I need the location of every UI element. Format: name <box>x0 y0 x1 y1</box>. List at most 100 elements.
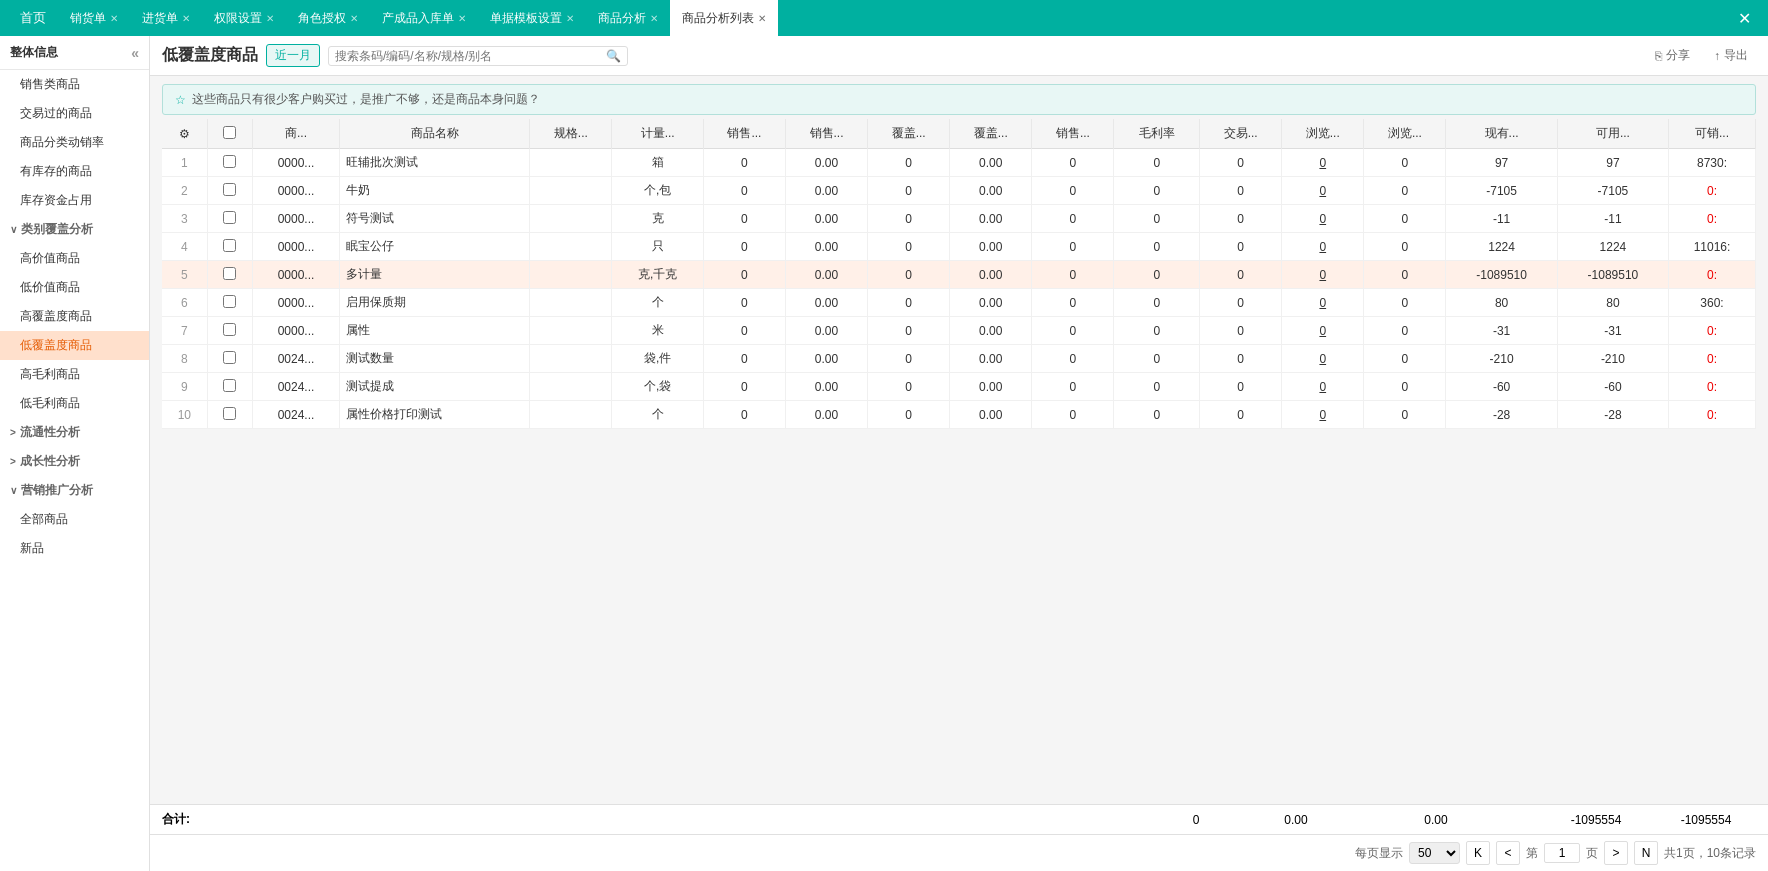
nav-product-entry[interactable]: 产成品入库单 ✕ <box>370 0 478 36</box>
row-name: 测试数量 <box>339 345 529 373</box>
sidebar-group-marketing[interactable]: ∨ 营销推广分析 <box>0 476 149 505</box>
row-browse1[interactable]: 0 <box>1282 345 1364 373</box>
sidebar-item-low-margin[interactable]: 低毛利商品 <box>0 389 149 418</box>
prev-page-button[interactable]: < <box>1496 841 1520 865</box>
sidebar-item-stocked-goods[interactable]: 有库存的商品 <box>0 157 149 186</box>
row-sales-qty: 0 <box>703 233 785 261</box>
row-checkbox-cell[interactable] <box>207 289 252 317</box>
row-checkbox[interactable] <box>223 155 236 168</box>
col-settings[interactable]: ⚙ <box>162 119 207 149</box>
sidebar-item-capital-occupy[interactable]: 库存资金占用 <box>0 186 149 215</box>
table-container[interactable]: ⚙ 商... 商品名称 规格... 计量... 销售... 销售... 覆盖..… <box>162 119 1756 804</box>
row-browse1[interactable]: 0 <box>1282 289 1364 317</box>
row-checkbox[interactable] <box>223 323 236 336</box>
total-pages-info: 共1页，10条记录 <box>1664 845 1756 862</box>
page-size-select[interactable]: 50 20 100 200 <box>1409 842 1460 864</box>
nav-close-permissions[interactable]: ✕ <box>266 13 274 24</box>
row-spec <box>530 345 612 373</box>
row-coverage2: 0.00 <box>950 149 1032 177</box>
row-checkbox[interactable] <box>223 351 236 364</box>
row-checkbox-cell[interactable] <box>207 373 252 401</box>
row-checkbox[interactable] <box>223 407 236 420</box>
row-checkbox-cell[interactable] <box>207 149 252 177</box>
nav-permissions[interactable]: 权限设置 ✕ <box>202 0 286 36</box>
sidebar-item-category-sales-rate[interactable]: 商品分类动销率 <box>0 128 149 157</box>
nav-close-product-analysis[interactable]: ✕ <box>650 13 658 24</box>
row-checkbox[interactable] <box>223 183 236 196</box>
share-button[interactable]: ⎘ 分享 <box>1647 44 1698 67</box>
row-number: 1 <box>162 149 207 177</box>
nav-close-sales-order[interactable]: ✕ <box>110 13 118 24</box>
row-browse1[interactable]: 0 <box>1282 205 1364 233</box>
row-current-stock: 1224 <box>1446 233 1557 261</box>
sidebar-item-new-goods[interactable]: 新品 <box>0 534 149 563</box>
sidebar-item-high-margin[interactable]: 高毛利商品 <box>0 360 149 389</box>
row-name: 旺辅批次测试 <box>339 149 529 177</box>
settings-icon[interactable]: ⚙ <box>179 127 190 141</box>
row-gross-margin: 0 <box>1114 233 1200 261</box>
sidebar-group-category-coverage[interactable]: ∨ 类别覆盖分析 <box>0 215 149 244</box>
sidebar-collapse-icon[interactable]: « <box>131 45 139 61</box>
window-close-button[interactable]: ✕ <box>1728 0 1760 36</box>
select-all-checkbox[interactable] <box>223 126 236 139</box>
nav-close-product-analysis-list[interactable]: ✕ <box>758 13 766 24</box>
sidebar-item-high-value[interactable]: 高价值商品 <box>0 244 149 273</box>
row-browse1[interactable]: 0 <box>1282 317 1364 345</box>
nav-close-purchase-order[interactable]: ✕ <box>182 13 190 24</box>
sidebar-item-traded-goods[interactable]: 交易过的商品 <box>0 99 149 128</box>
nav-product-analysis-list[interactable]: 商品分析列表 ✕ <box>670 0 778 36</box>
row-checkbox-cell[interactable] <box>207 233 252 261</box>
col-sales-amt: 销售... <box>785 119 867 149</box>
first-page-button[interactable]: K <box>1466 841 1490 865</box>
export-button[interactable]: ↑ 导出 <box>1706 44 1756 67</box>
row-checkbox[interactable] <box>223 211 236 224</box>
nav-template-settings[interactable]: 单据模板设置 ✕ <box>478 0 586 36</box>
sidebar-header[interactable]: 整体信息 « <box>0 36 149 70</box>
row-checkbox-cell[interactable] <box>207 177 252 205</box>
col-code: 商... <box>253 119 340 149</box>
sidebar-item-all-goods[interactable]: 全部商品 <box>0 505 149 534</box>
page-number-input[interactable] <box>1544 843 1580 863</box>
col-sellable: 可销... <box>1669 119 1756 149</box>
row-checkbox-cell[interactable] <box>207 401 252 429</box>
nav-close-product-entry[interactable]: ✕ <box>458 13 466 24</box>
next-page-button[interactable]: > <box>1604 841 1628 865</box>
row-browse1[interactable]: 0 <box>1282 177 1364 205</box>
row-current-stock: -28 <box>1446 401 1557 429</box>
nav-role-auth[interactable]: 角色授权 ✕ <box>286 0 370 36</box>
search-input[interactable] <box>335 49 606 63</box>
nav-sales-order[interactable]: 销货单 ✕ <box>58 0 130 36</box>
row-checkbox[interactable] <box>223 239 236 252</box>
row-checkbox[interactable] <box>223 295 236 308</box>
row-checkbox[interactable] <box>223 267 236 280</box>
row-browse1[interactable]: 0 <box>1282 401 1364 429</box>
nav-close-role-auth[interactable]: ✕ <box>350 13 358 24</box>
row-checkbox-cell[interactable] <box>207 261 252 289</box>
sidebar-item-sales-goods[interactable]: 销售类商品 <box>0 70 149 99</box>
row-browse1[interactable]: 0 <box>1282 233 1364 261</box>
col-coverage1: 覆盖... <box>868 119 950 149</box>
nav-product-analysis[interactable]: 商品分析 ✕ <box>586 0 670 36</box>
nav-close-template-settings[interactable]: ✕ <box>566 13 574 24</box>
sidebar-item-low-coverage[interactable]: 低覆盖度商品 <box>0 331 149 360</box>
row-browse1[interactable]: 0 <box>1282 373 1364 401</box>
row-browse1[interactable]: 0 <box>1282 261 1364 289</box>
row-browse1[interactable]: 0 <box>1282 149 1364 177</box>
totals-sales-qty: 0 <box>1136 813 1256 827</box>
row-checkbox-cell[interactable] <box>207 317 252 345</box>
nav-purchase-order[interactable]: 进货单 ✕ <box>130 0 202 36</box>
sidebar-group-growth[interactable]: > 成长性分析 <box>0 447 149 476</box>
search-icon[interactable]: 🔍 <box>606 49 621 63</box>
totals-coverage2: 0.00 <box>1336 813 1536 827</box>
nav-home[interactable]: 首页 <box>8 0 58 36</box>
row-available: -210 <box>1557 345 1668 373</box>
sidebar-item-high-coverage[interactable]: 高覆盖度商品 <box>0 302 149 331</box>
row-checkbox[interactable] <box>223 379 236 392</box>
row-sales-qty: 0 <box>703 261 785 289</box>
row-checkbox-cell[interactable] <box>207 205 252 233</box>
time-filter-button[interactable]: 近一月 <box>266 44 320 67</box>
sidebar-item-low-value[interactable]: 低价值商品 <box>0 273 149 302</box>
last-page-button[interactable]: N <box>1634 841 1658 865</box>
sidebar-group-liquidity[interactable]: > 流通性分析 <box>0 418 149 447</box>
row-checkbox-cell[interactable] <box>207 345 252 373</box>
